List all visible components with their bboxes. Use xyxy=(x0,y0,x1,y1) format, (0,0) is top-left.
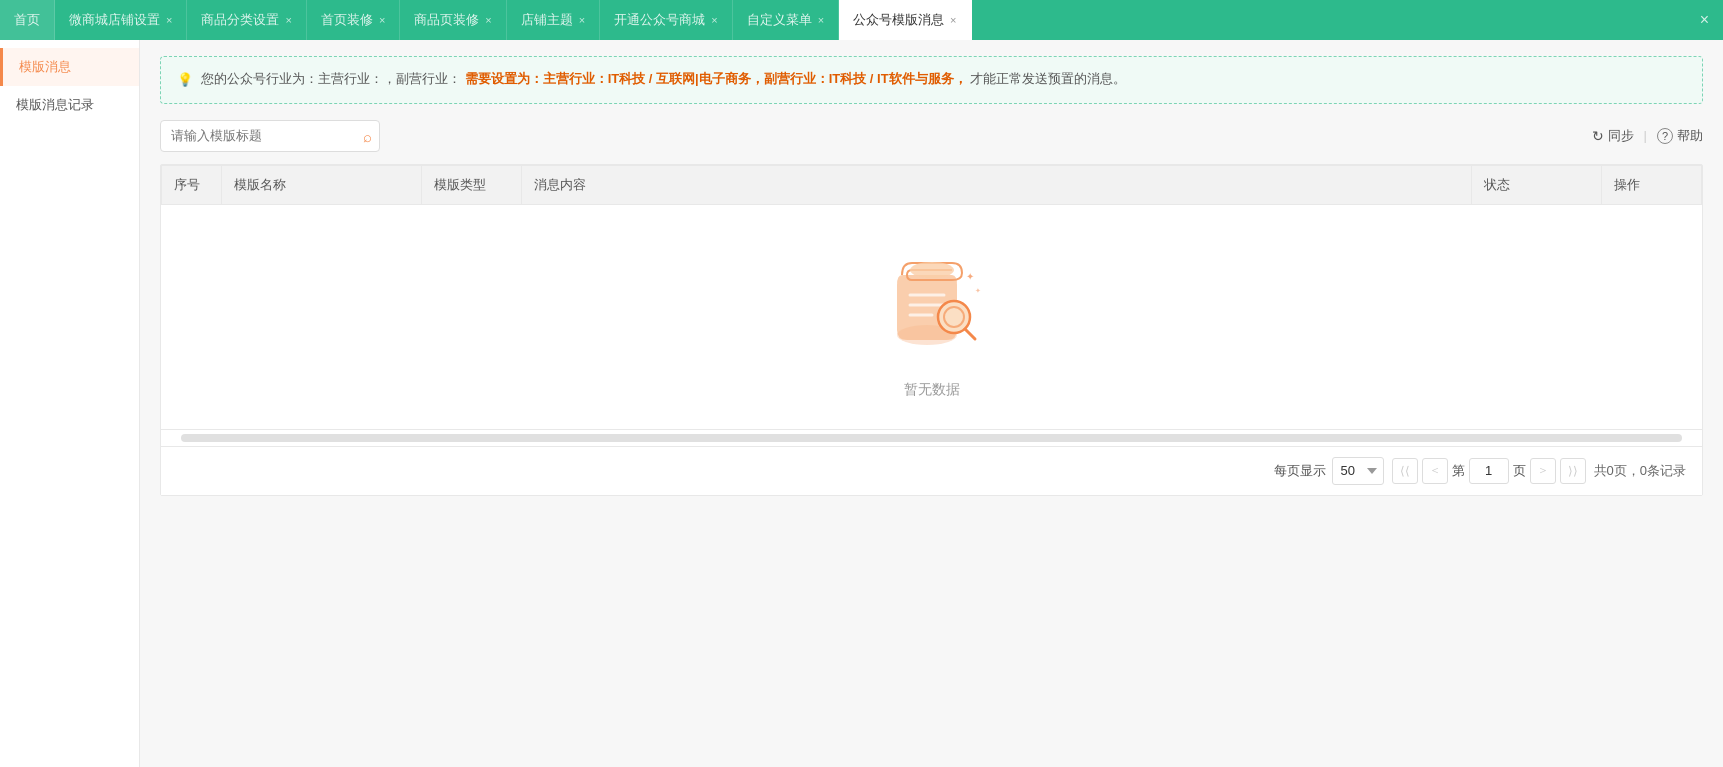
empty-icon: ✦ ✦ xyxy=(872,245,992,365)
page-size-select: 每页显示 10 20 50 100 xyxy=(1274,457,1384,485)
total-info: 共0页，0条记录 xyxy=(1594,462,1686,480)
tab-shop-setting[interactable]: 微商城店铺设置 × xyxy=(55,0,187,40)
svg-text:✦: ✦ xyxy=(975,287,981,294)
prev-page-button[interactable]: ＜ xyxy=(1422,458,1448,484)
tab-home-decor[interactable]: 首页装修 × xyxy=(307,0,400,40)
help-icon: ? xyxy=(1657,128,1673,144)
scrollbar-wrap xyxy=(161,429,1702,446)
close-tab-category-setting[interactable]: × xyxy=(285,14,291,26)
tab-shop-theme[interactable]: 店铺主题 × xyxy=(507,0,600,40)
close-tab-custom-menu[interactable]: × xyxy=(818,14,824,26)
close-tab-product-decor[interactable]: × xyxy=(485,14,491,26)
svg-point-1 xyxy=(910,262,954,278)
col-header-index: 序号 xyxy=(162,165,222,204)
sidebar-item-template-record[interactable]: 模版消息记录 xyxy=(0,86,139,124)
next-page-button[interactable]: ＞ xyxy=(1530,458,1556,484)
col-header-status: 状态 xyxy=(1472,165,1602,204)
help-button[interactable]: ? 帮助 xyxy=(1657,127,1703,145)
tab-home[interactable]: 首页 xyxy=(0,0,55,40)
data-table: 序号 模版名称 模版类型 消息内容 状态 操作 xyxy=(161,165,1702,429)
page-number-input[interactable] xyxy=(1469,458,1509,484)
sync-icon: ↻ xyxy=(1592,128,1604,144)
close-tab-shop-theme[interactable]: × xyxy=(579,14,585,26)
search-input[interactable] xyxy=(160,120,380,152)
col-header-content: 消息内容 xyxy=(522,165,1472,204)
close-tab-open-mall[interactable]: × xyxy=(711,14,717,26)
horizontal-scrollbar[interactable] xyxy=(181,434,1682,442)
search-bar: ⌕ ↻ 同步 | ? 帮助 xyxy=(160,120,1703,152)
close-tab-shop-setting[interactable]: × xyxy=(166,14,172,26)
table-container: 序号 模版名称 模版类型 消息内容 状态 操作 xyxy=(160,164,1703,496)
page-nav: ⟨⟨ ＜ 第 页 ＞ ⟩⟩ xyxy=(1392,458,1586,484)
first-page-button[interactable]: ⟨⟨ xyxy=(1392,458,1418,484)
last-page-button[interactable]: ⟩⟩ xyxy=(1560,458,1586,484)
close-tab-template-msg[interactable]: × xyxy=(950,14,956,26)
alert-box: 💡 您的公众号行业为：主营行业：，副营行业： 需要设置为：主营行业：IT科技 /… xyxy=(160,56,1703,104)
close-all-tabs-button[interactable]: × xyxy=(1686,11,1723,29)
sidebar: 模版消息 模版消息记录 xyxy=(0,40,140,767)
col-header-type: 模版类型 xyxy=(422,165,522,204)
divider: | xyxy=(1644,128,1647,143)
pagination: 每页显示 10 20 50 100 ⟨⟨ ＜ 第 页 ＞ ⟩⟩ xyxy=(161,446,1702,495)
main-layout: 模版消息 模版消息记录 💡 您的公众号行业为：主营行业：，副营行业： 需要设置为… xyxy=(0,40,1723,767)
search-input-wrap: ⌕ xyxy=(160,120,380,152)
search-icon[interactable]: ⌕ xyxy=(363,127,372,144)
empty-state: ✦ ✦ 暂无数据 xyxy=(162,205,1702,429)
sync-button[interactable]: ↻ 同步 xyxy=(1592,127,1634,145)
bulb-icon: 💡 xyxy=(177,70,193,91)
tab-open-mall[interactable]: 开通公众号商城 × xyxy=(600,0,732,40)
col-header-name: 模版名称 xyxy=(222,165,422,204)
top-nav: 首页 微商城店铺设置 × 商品分类设置 × 首页装修 × 商品页装修 × 店铺主… xyxy=(0,0,1723,40)
tab-product-decor[interactable]: 商品页装修 × xyxy=(400,0,506,40)
svg-line-7 xyxy=(965,329,975,339)
page-size-dropdown[interactable]: 10 20 50 100 xyxy=(1332,457,1384,485)
empty-text: 暂无数据 xyxy=(162,381,1702,399)
sidebar-item-template[interactable]: 模版消息 xyxy=(0,48,139,86)
content-area: 💡 您的公众号行业为：主营行业：，副营行业： 需要设置为：主营行业：IT科技 /… xyxy=(140,40,1723,767)
tab-template-msg[interactable]: 公众号模版消息 × xyxy=(839,0,971,40)
toolbar-right: ↻ 同步 | ? 帮助 xyxy=(1592,127,1703,145)
tab-custom-menu[interactable]: 自定义菜单 × xyxy=(733,0,839,40)
col-header-action: 操作 xyxy=(1602,165,1702,204)
tab-category-setting[interactable]: 商品分类设置 × xyxy=(187,0,306,40)
svg-text:✦: ✦ xyxy=(966,271,974,282)
close-tab-home-decor[interactable]: × xyxy=(379,14,385,26)
